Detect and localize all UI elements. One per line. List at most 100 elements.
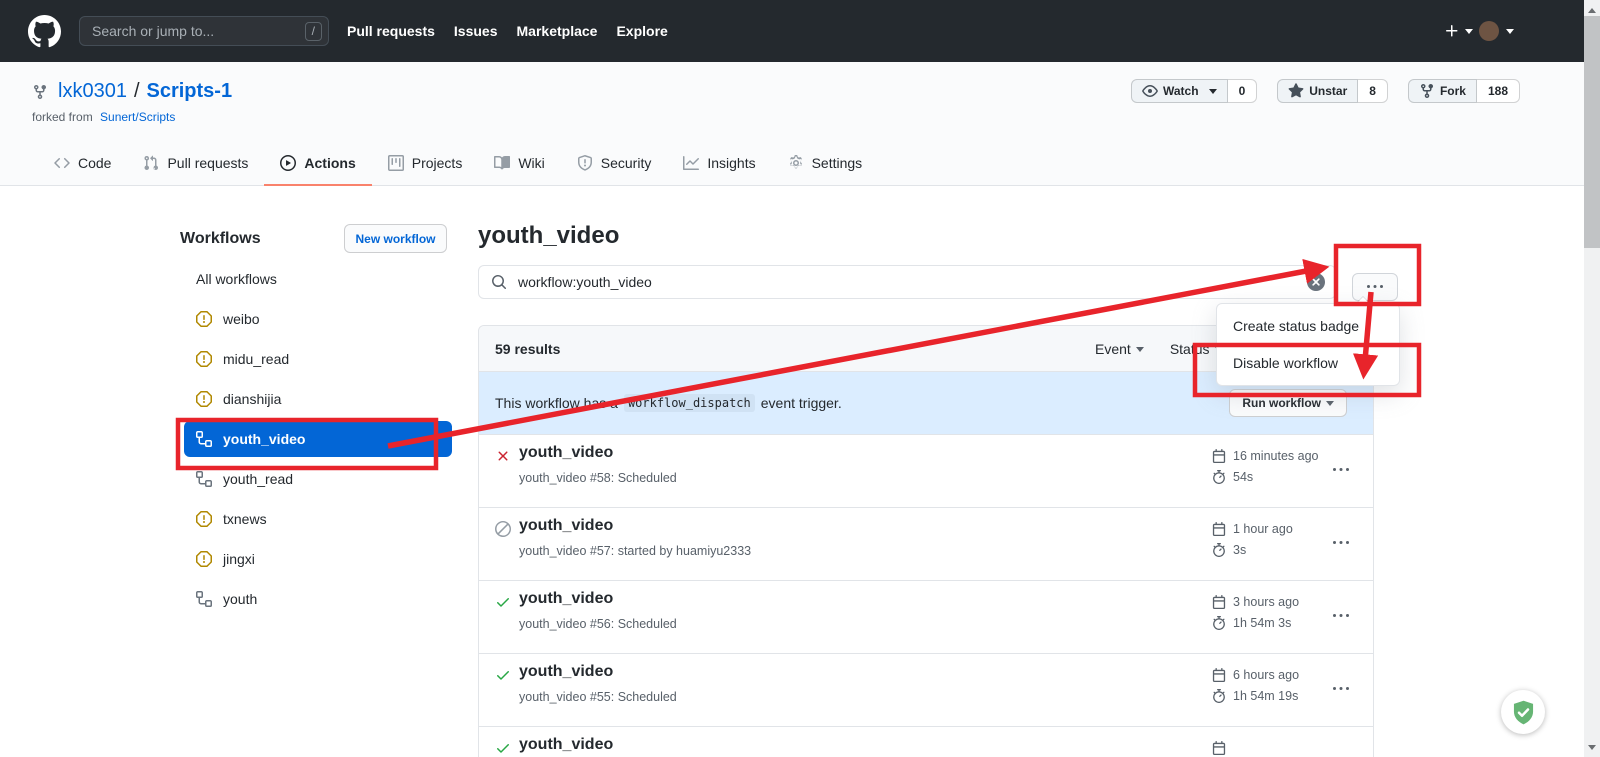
run-options-kebab-icon[interactable] (1333, 681, 1349, 697)
workflow-icon (196, 471, 212, 487)
sidebar-item-txnews[interactable]: txnews (176, 499, 456, 539)
sidebar-item-label: dianshijia (223, 391, 281, 407)
star-count[interactable]: 8 (1358, 79, 1388, 103)
scroll-up-icon[interactable] (1584, 0, 1600, 16)
repo-tabs: Code Pull requests Actions Projects Wiki Secu… (38, 142, 878, 186)
shield-check-icon (1510, 699, 1537, 726)
repo-forked-icon (32, 84, 48, 100)
run-options-kebab-icon[interactable] (1333, 608, 1349, 624)
run-rows: youth_videoyouth_video #58: Scheduled16 … (479, 434, 1373, 757)
tab-label: Actions (304, 155, 355, 171)
tab-insights[interactable]: Insights (667, 142, 771, 186)
global-nav-pull-requests[interactable]: Pull requests (347, 23, 435, 39)
star-fill-icon (1288, 83, 1304, 99)
github-logo-icon[interactable] (28, 15, 61, 48)
tab-label: Projects (412, 155, 463, 171)
warning-icon (196, 551, 212, 567)
scrollbar-thumb[interactable] (1584, 16, 1600, 248)
clear-search-icon[interactable] (1307, 273, 1325, 291)
tab-projects[interactable]: Projects (372, 142, 479, 186)
sidebar-item-all-workflows[interactable]: All workflows (176, 259, 456, 299)
run-time-text: 3 hours ago (1233, 595, 1299, 609)
tab-code[interactable]: Code (38, 142, 127, 186)
run-time: 6 hours ago (1212, 664, 1299, 685)
unstar-button[interactable]: Unstar (1277, 79, 1358, 103)
workflow-runs-search[interactable] (478, 265, 1336, 299)
tab-label: Pull requests (167, 155, 248, 171)
tab-label: Settings (812, 155, 863, 171)
filter-status[interactable]: Status (1170, 341, 1223, 357)
global-nav-marketplace[interactable]: Marketplace (517, 23, 598, 39)
user-menu[interactable] (1479, 21, 1514, 41)
notice-text: This workflow has a (495, 395, 618, 411)
sidebar-item-youth-read[interactable]: youth_read (176, 459, 456, 499)
unstar-label: Unstar (1309, 84, 1347, 98)
run-time: 16 minutes ago (1212, 445, 1318, 466)
workflow-run-row[interactable]: youth_videoyouth_video #56: Scheduled3 h… (479, 580, 1373, 653)
global-search-input[interactable] (90, 22, 305, 40)
forked-from-link[interactable]: Sunert/Scripts (100, 110, 175, 124)
tab-security[interactable]: Security (561, 142, 668, 186)
menu-item-create-status-badge[interactable]: Create status badge (1217, 308, 1399, 344)
stopwatch-icon (1212, 543, 1226, 557)
global-nav-explore[interactable]: Explore (616, 23, 667, 39)
repo-owner-link[interactable]: lxk0301 (58, 80, 127, 103)
tab-pull-requests[interactable]: Pull requests (127, 142, 264, 186)
run-options-kebab-icon[interactable] (1333, 535, 1349, 551)
global-nav-issues[interactable]: Issues (454, 23, 498, 39)
workflow-run-row[interactable]: youth_videoyouth_video #58: Scheduled16 … (479, 434, 1373, 507)
run-title-link[interactable]: youth_video (519, 736, 613, 754)
run-duration: 1h 54m 3s (1212, 612, 1299, 633)
sidebar-item-midu-read[interactable]: midu_read (176, 339, 456, 379)
create-new-menu[interactable] (1444, 23, 1473, 39)
code-icon (54, 155, 70, 171)
adguard-extension-button[interactable] (1501, 690, 1545, 734)
tab-settings[interactable]: Settings (772, 142, 879, 186)
workflow-run-row[interactable]: youth_video youth_video #55: Scheduled 6 h… (479, 653, 1373, 726)
repo-action-buttons: Watch 0 Unstar 8 Fork 188 (1131, 79, 1520, 103)
workflow-run-row[interactable]: youth_video (479, 726, 1373, 757)
eye-icon (1142, 83, 1158, 99)
run-options-kebab-icon[interactable] (1333, 462, 1349, 478)
watch-button[interactable]: Watch (1131, 79, 1228, 103)
menu-item-disable-workflow[interactable]: Disable workflow (1217, 344, 1399, 381)
run-meta (1212, 737, 1233, 757)
run-title-link[interactable]: youth_video (519, 444, 613, 462)
sidebar-item-youth-video[interactable]: youth_video (184, 421, 452, 457)
run-workflow-button[interactable]: Run workflow (1229, 389, 1347, 417)
tab-actions[interactable]: Actions (264, 142, 371, 186)
sidebar-item-jingxi[interactable]: jingxi (176, 539, 456, 579)
sidebar-item-dianshijia[interactable]: dianshijia (176, 379, 456, 419)
search-icon (491, 274, 507, 290)
forked-from-label: forked from (32, 110, 93, 124)
workflow-runs-search-input[interactable] (516, 273, 1307, 291)
run-title-link[interactable]: youth_video (519, 663, 613, 681)
global-search[interactable]: / (79, 16, 329, 46)
filter-event[interactable]: Event (1095, 341, 1144, 357)
tab-wiki[interactable]: Wiki (478, 142, 560, 186)
sidebar-item-youth[interactable]: youth (176, 579, 456, 619)
workflow-run-row[interactable]: youth_video youth_video #57: started by h… (479, 507, 1373, 580)
run-title-link[interactable]: youth_video (519, 590, 613, 608)
tab-label: Code (78, 155, 111, 171)
sidebar-item-weibo[interactable]: weibo (176, 299, 456, 339)
run-title-link[interactable]: youth_video (519, 517, 613, 535)
repo-name-link[interactable]: Scripts-1 (147, 80, 233, 103)
run-subtitle: youth_video #57: started by huamiyu2333 (519, 544, 751, 558)
browser-scrollbar[interactable] (1584, 0, 1600, 757)
repo-header: lxk0301 / Scripts-1 forked from Sunert/S… (0, 62, 1584, 186)
watch-count[interactable]: 0 (1228, 79, 1258, 103)
notice-code: workflow_dispatch (624, 394, 755, 412)
run-duration-text: 1h 54m 3s (1233, 616, 1291, 630)
run-duration-text: 3s (1233, 543, 1246, 557)
fork-count[interactable]: 188 (1477, 79, 1520, 103)
github-actions-page: / Pull requestsIssuesMarketplaceExplore … (0, 0, 1600, 757)
new-workflow-button[interactable]: New workflow (344, 224, 447, 253)
run-duration-text: 1h 54m 19s (1233, 689, 1298, 703)
filter-label: Status (1170, 341, 1210, 357)
run-subtitle: youth_video #55: Scheduled (519, 690, 677, 704)
calendar-icon (1212, 449, 1226, 463)
tab-label: Security (601, 155, 652, 171)
scroll-down-icon[interactable] (1584, 741, 1600, 757)
fork-button[interactable]: Fork (1408, 79, 1477, 103)
